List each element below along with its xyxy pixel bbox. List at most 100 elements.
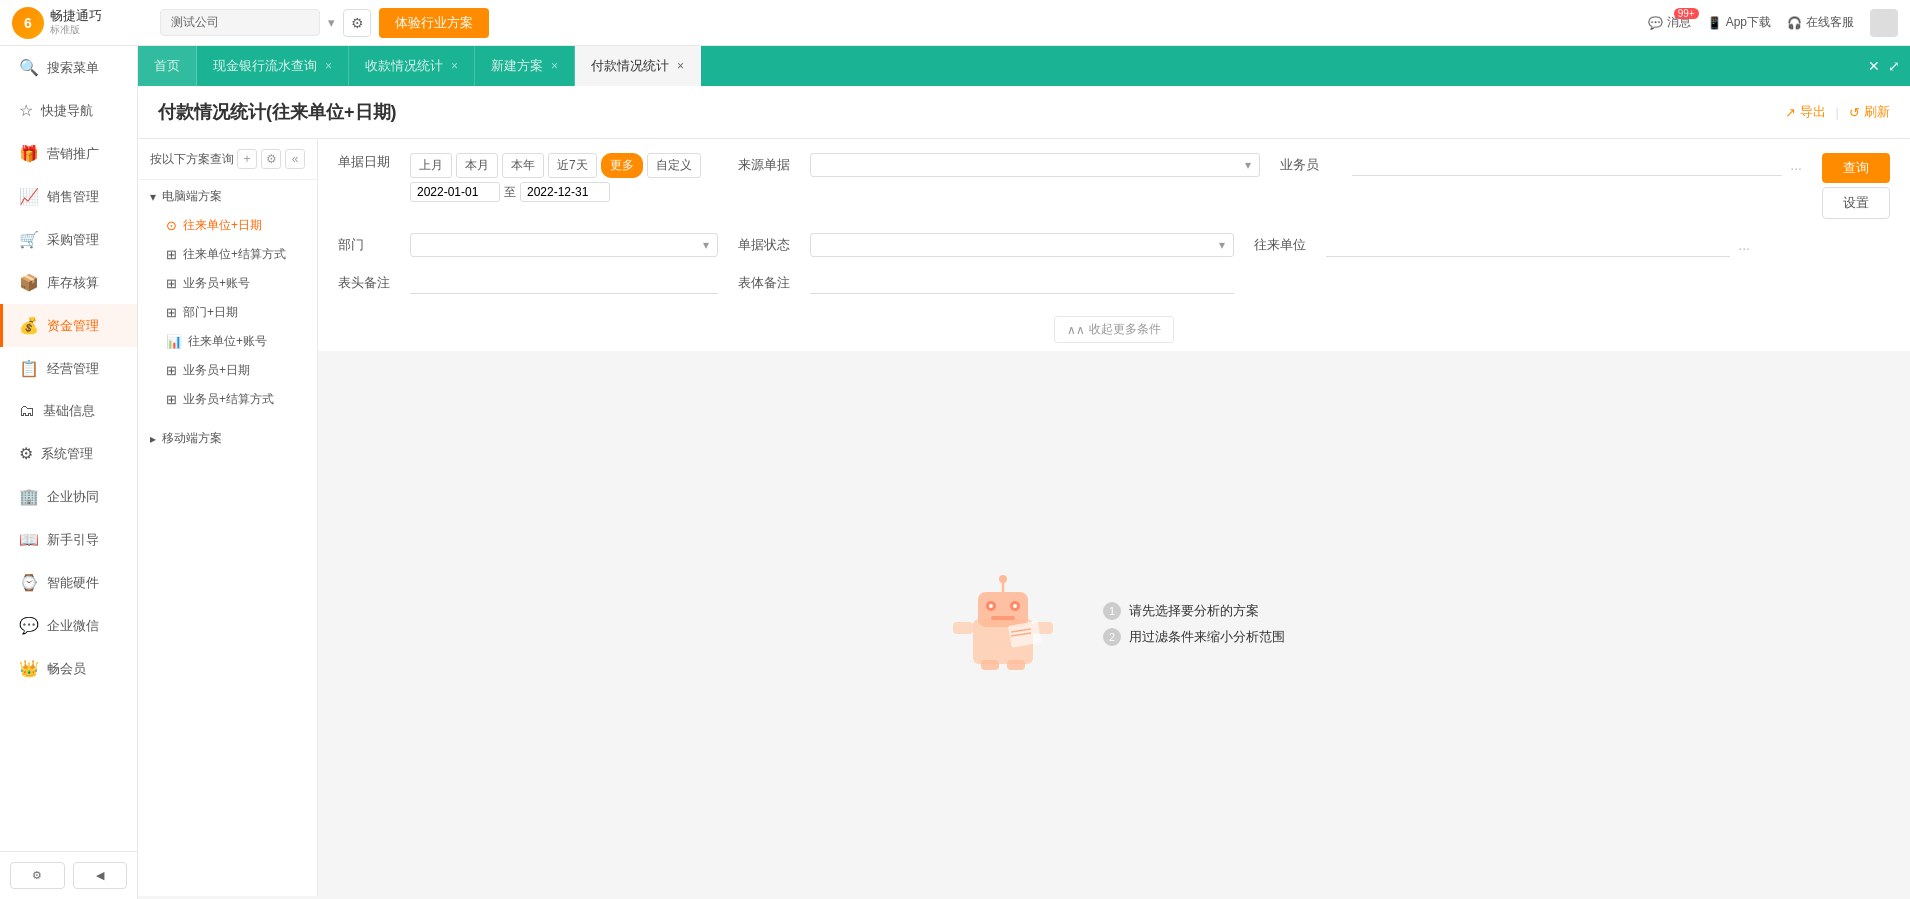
date-btn-7days[interactable]: 近7天 [548,153,597,178]
page-header: 付款情况统计(往来单位+日期) ↗ 导出 | ↺ 刷新 [138,86,1910,139]
sidebar-item-search[interactable]: 🔍 搜索菜单 [0,46,137,89]
tab-bank-flow[interactable]: 现金银行流水查询 × [197,46,349,86]
date-btn-this-month[interactable]: 本月 [456,153,498,178]
date-end-input[interactable] [520,182,610,202]
tab-new-scheme-close[interactable]: × [551,59,558,73]
step1-text: 请先选择要分析的方案 [1129,602,1259,620]
sidebar-item-capital[interactable]: 💰 资金管理 [0,304,137,347]
tab-payment-stats[interactable]: 付款情况统计 × [575,46,701,86]
refresh-icon: ↺ [1849,105,1860,120]
scheme-settings-btn[interactable]: ⚙ [261,149,281,169]
mobile-chevron: ▸ [150,432,156,446]
tab-receipt-stats[interactable]: 收款情况统计 × [349,46,475,86]
scheme-staff-account[interactable]: ⊞ 业务员+账号 [158,269,305,298]
user-avatar[interactable] [1870,9,1898,37]
staff-dots-btn[interactable]: ... [1790,157,1802,173]
sidebar-item-purchase[interactable]: 🛒 采购管理 [0,218,137,261]
tab-new-scheme[interactable]: 新建方案 × [475,46,575,86]
download-icon: 📱 [1707,16,1722,30]
staff-input[interactable] [1352,153,1782,176]
purchase-icon: 🛒 [19,230,39,249]
company-selector[interactable]: 测试公司 [160,9,320,36]
sidebar-label-purchase: 采购管理 [47,231,99,249]
refresh-button[interactable]: ↺ 刷新 [1849,103,1890,121]
header-note-input[interactable] [410,271,718,294]
doc-status-select[interactable] [810,233,1234,257]
body-note-input[interactable] [810,271,1234,294]
sidebar-item-smart[interactable]: ⌚ 智能硬件 [0,561,137,604]
date-btn-last-month[interactable]: 上月 [410,153,452,178]
message-icon: 💬 [1648,16,1663,30]
export-button[interactable]: ↗ 导出 [1785,103,1826,121]
sidebar-collapse-btn[interactable]: ◀ [73,862,128,889]
dept-select[interactable] [410,233,718,257]
basic-icon: 🗂 [19,402,35,420]
settings-icon[interactable]: ⚙ [343,9,371,37]
desktop-schemes-list: ⊙ 往来单位+日期 ⊞ 往来单位+结算方式 ⊞ 业务员+账号 [150,211,305,414]
desktop-section-title[interactable]: ▾ 电脑端方案 [150,188,305,205]
sidebar-item-shortcut[interactable]: ☆ 快捷导航 [0,89,137,132]
partner-input[interactable] [1326,234,1730,257]
sidebar-item-sales[interactable]: 📈 销售管理 [0,175,137,218]
sidebar-item-marketing[interactable]: 🎁 营销推广 [0,132,137,175]
partner-dots-btn[interactable]: ... [1738,237,1750,253]
search-icon: 🔍 [19,58,39,77]
trial-button[interactable]: 体验行业方案 [379,8,489,38]
marketing-icon: 🎁 [19,144,39,163]
page-header-actions: ↗ 导出 | ↺ 刷新 [1785,103,1890,121]
date-btn-more[interactable]: 更多 [601,153,643,178]
scheme-staff-settle[interactable]: ⊞ 业务员+结算方式 [158,385,305,414]
sidebar-item-wechat[interactable]: 💬 企业微信 [0,604,137,647]
scheme-icon-4: 📊 [166,334,182,349]
tab-maximize-icon[interactable]: ⤢ [1888,58,1900,74]
sidebar-label-sales: 销售管理 [47,188,99,206]
scheme-staff-date[interactable]: ⊞ 业务员+日期 [158,356,305,385]
sidebar-settings-btn[interactable]: ⚙ [10,862,65,889]
scheme-unit-account[interactable]: 📊 往来单位+账号 [158,327,305,356]
app-download-btn[interactable]: 📱 App下载 [1707,14,1771,31]
mobile-section-title[interactable]: ▸ 移动端方案 [150,430,305,447]
logo-area: 6 畅捷通巧 标准版 [12,7,150,39]
add-scheme-btn[interactable]: + [237,149,257,169]
tab-bank-flow-close[interactable]: × [325,59,332,73]
collapse-panel-btn[interactable]: « [285,149,305,169]
sidebar-label-wechat: 企业微信 [47,617,99,635]
settings-button[interactable]: 设置 [1822,187,1890,219]
collapse-icon: ∧∧ [1067,323,1085,337]
tab-home[interactable]: 首页 [138,46,197,86]
sidebar-item-member[interactable]: 👑 畅会员 [0,647,137,690]
sidebar-label-operations: 经营管理 [47,360,99,378]
scheme-unit-date[interactable]: ⊙ 往来单位+日期 [158,211,305,240]
source-doc-select[interactable] [810,153,1260,177]
app-logo: 6 [12,7,44,39]
collapse-button[interactable]: ∧∧ 收起更多条件 [1054,316,1174,343]
company-dropdown-icon[interactable] [328,15,335,30]
sidebar-item-operations[interactable]: 📋 经营管理 [0,347,137,390]
sidebar-item-inventory[interactable]: 📦 库存核算 [0,261,137,304]
filter-section: 单据日期 上月 本月 本年 近7天 更多 自定义 [318,139,1910,351]
svg-point-4 [989,604,993,608]
sidebar-item-system[interactable]: ⚙ 系统管理 [0,432,137,475]
sidebar-item-enterprise[interactable]: 🏢 企业协同 [0,475,137,518]
guide-icon: 📖 [19,530,39,549]
tab-receipt-close[interactable]: × [451,59,458,73]
date-filter-label: 单据日期 [338,153,402,171]
messages-btn[interactable]: 💬 消息 99+ [1648,14,1691,31]
tab-close-all-icon[interactable]: ✕ [1868,58,1880,74]
step2-text: 用过滤条件来缩小分析范围 [1129,628,1285,646]
online-service-btn[interactable]: 🎧 在线客服 [1787,14,1854,31]
scheme-dept-date[interactable]: ⊞ 部门+日期 [158,298,305,327]
step1-num: 1 [1103,602,1121,620]
source-chevron [1245,158,1251,172]
scheme-icon-6: ⊞ [166,392,177,407]
query-button[interactable]: 查询 [1822,153,1890,183]
member-icon: 👑 [19,659,39,678]
scheme-unit-settle[interactable]: ⊞ 往来单位+结算方式 [158,240,305,269]
date-start-input[interactable] [410,182,500,202]
date-btn-this-year[interactable]: 本年 [502,153,544,178]
sidebar-item-basic[interactable]: 🗂 基础信息 [0,390,137,432]
tab-payment-close[interactable]: × [677,59,684,73]
sidebar-item-guide[interactable]: 📖 新手引导 [0,518,137,561]
smart-icon: ⌚ [19,573,39,592]
date-btn-custom[interactable]: 自定义 [647,153,701,178]
